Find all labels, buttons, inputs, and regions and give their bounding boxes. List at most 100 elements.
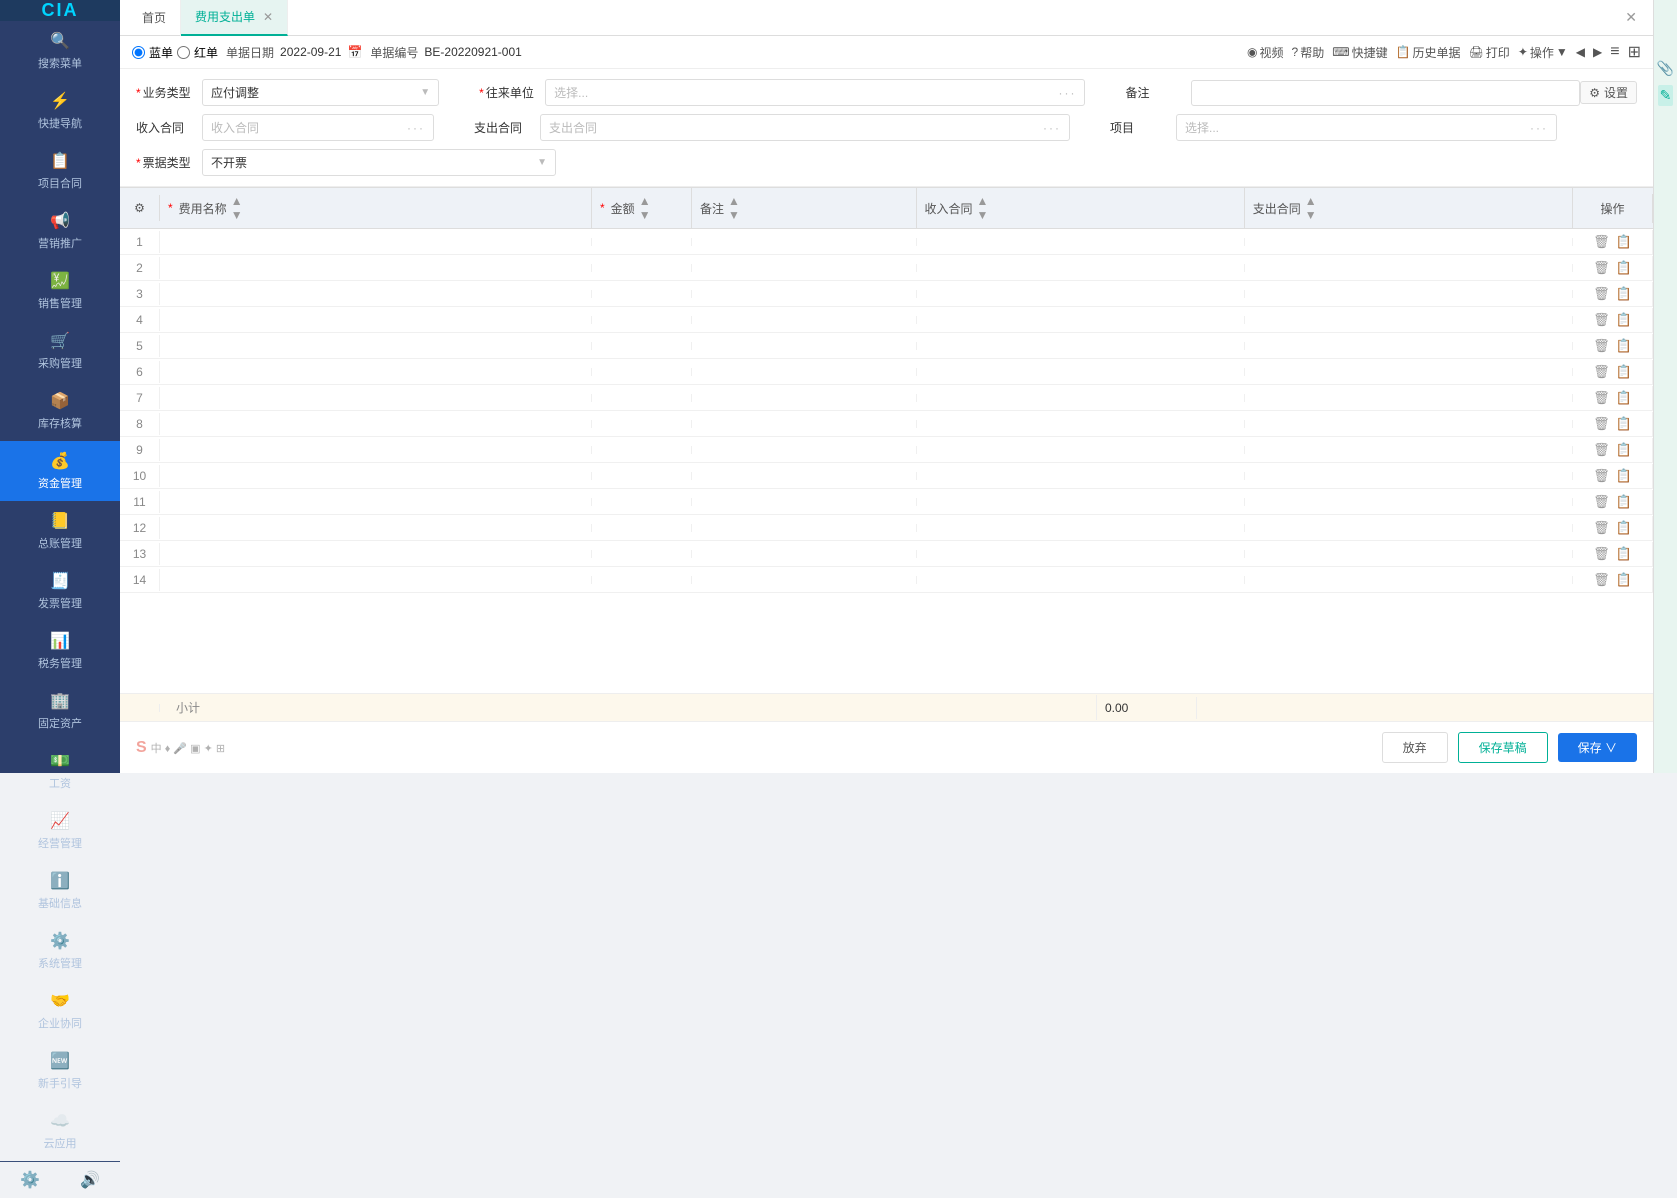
sidebar-item-capital[interactable]: 💰 资金管理	[0, 441, 120, 501]
row-amount-12[interactable]	[592, 524, 692, 532]
bill-type-input[interactable]: 不开票 ▼	[202, 149, 556, 176]
row-delete-btn-4[interactable]: 🗑	[1593, 312, 1610, 328]
row-expense-6[interactable]	[1245, 368, 1573, 376]
row-copy-btn-5[interactable]: 📋	[1616, 338, 1632, 354]
row-note-5[interactable]	[692, 342, 917, 350]
sidebar-item-tax[interactable]: 📊 税务管理	[0, 621, 120, 681]
sidebar-item-search[interactable]: 🔍 搜索菜单	[0, 21, 120, 81]
row-expense-13[interactable]	[1245, 550, 1573, 558]
row-income-8[interactable]	[917, 420, 1245, 428]
row-copy-btn-12[interactable]: 📋	[1616, 520, 1632, 536]
row-amount-11[interactable]	[592, 498, 692, 506]
sidebar-item-system[interactable]: ⚙️ 系统管理	[0, 921, 120, 981]
history-action[interactable]: 📋 历史单据	[1396, 44, 1461, 61]
row-amount-4[interactable]	[592, 316, 692, 324]
row-amount-3[interactable]	[592, 290, 692, 298]
row-name-10[interactable]	[160, 472, 592, 480]
sidebar-item-inventory[interactable]: 📦 库存核算	[0, 381, 120, 441]
amount-sort-arrows[interactable]: ▲▼	[639, 194, 651, 222]
row-income-6[interactable]	[917, 368, 1245, 376]
sidebar-item-enterprise[interactable]: 🤝 企业协同	[0, 981, 120, 1041]
row-delete-btn-12[interactable]: 🗑	[1593, 520, 1610, 536]
row-note-12[interactable]	[692, 524, 917, 532]
sidebar-item-new-guide[interactable]: 🆕 新手引导	[0, 1041, 120, 1101]
counterparty-dots[interactable]: ···	[1058, 86, 1076, 100]
row-name-12[interactable]	[160, 524, 592, 532]
row-delete-btn-8[interactable]: 🗑	[1593, 416, 1610, 432]
row-delete-btn-11[interactable]: 🗑	[1593, 494, 1610, 510]
row-name-7[interactable]	[160, 394, 592, 402]
row-income-9[interactable]	[917, 446, 1245, 454]
row-delete-btn-9[interactable]: 🗑	[1593, 442, 1610, 458]
row-delete-btn-7[interactable]: 🗑	[1593, 390, 1610, 406]
red-radio-input[interactable]	[177, 46, 190, 59]
row-expense-10[interactable]	[1245, 472, 1573, 480]
row-amount-1[interactable]	[592, 238, 692, 246]
sidebar-item-sales[interactable]: 💹 销售管理	[0, 261, 120, 321]
row-copy-btn-2[interactable]: 📋	[1616, 260, 1632, 276]
row-note-1[interactable]	[692, 238, 917, 246]
sidebar-item-project-contract[interactable]: 📋 项目合同	[0, 141, 120, 201]
row-income-11[interactable]	[917, 498, 1245, 506]
sidebar-item-assets[interactable]: 🏢 固定资产	[0, 681, 120, 741]
row-note-4[interactable]	[692, 316, 917, 324]
row-name-8[interactable]	[160, 420, 592, 428]
settings-button[interactable]: ⚙ 设置	[1580, 81, 1637, 104]
row-amount-8[interactable]	[592, 420, 692, 428]
row-amount-10[interactable]	[592, 472, 692, 480]
row-note-13[interactable]	[692, 550, 917, 558]
row-amount-9[interactable]	[592, 446, 692, 454]
row-income-12[interactable]	[917, 524, 1245, 532]
sidebar-item-marketing[interactable]: 📢 营销推广	[0, 201, 120, 261]
view-grid-button[interactable]: ⊞	[1628, 42, 1641, 62]
operation-action[interactable]: ✦ 操作 ▼	[1518, 44, 1568, 61]
row-expense-4[interactable]	[1245, 316, 1573, 324]
row-copy-btn-9[interactable]: 📋	[1616, 442, 1632, 458]
view-list-button[interactable]: ≡	[1610, 43, 1619, 61]
name-sort-arrows[interactable]: ▲▼	[231, 194, 243, 222]
help-action[interactable]: ? 帮助	[1292, 44, 1325, 61]
row-delete-btn-13[interactable]: 🗑	[1593, 546, 1610, 562]
row-income-5[interactable]	[917, 342, 1245, 350]
row-note-11[interactable]	[692, 498, 917, 506]
expense-contract-input[interactable]: 支出合同 ···	[540, 114, 1070, 141]
sidebar-item-basic-info[interactable]: ℹ️ 基础信息	[0, 861, 120, 921]
row-note-14[interactable]	[692, 576, 917, 584]
expense-sort-arrows[interactable]: ▲▼	[1305, 194, 1317, 222]
row-expense-7[interactable]	[1245, 394, 1573, 402]
expense-contract-dots[interactable]: ···	[1043, 121, 1061, 135]
red-radio-label[interactable]: 红单	[177, 44, 218, 61]
row-amount-13[interactable]	[592, 550, 692, 558]
sidebar-item-quick-nav[interactable]: ⚡ 快捷导航	[0, 81, 120, 141]
blue-radio-label[interactable]: 蓝单	[132, 44, 173, 61]
project-input[interactable]: 选择... ···	[1176, 114, 1557, 141]
row-income-13[interactable]	[917, 550, 1245, 558]
row-copy-btn-1[interactable]: 📋	[1616, 234, 1632, 250]
row-amount-6[interactable]	[592, 368, 692, 376]
row-copy-btn-11[interactable]: 📋	[1616, 494, 1632, 510]
tab-home[interactable]: 首页	[128, 0, 181, 36]
row-copy-btn-13[interactable]: 📋	[1616, 546, 1632, 562]
row-delete-btn-6[interactable]: 🗑	[1593, 364, 1610, 380]
row-note-6[interactable]	[692, 368, 917, 376]
row-delete-btn-2[interactable]: 🗑	[1593, 260, 1610, 276]
row-expense-1[interactable]	[1245, 238, 1573, 246]
row-expense-9[interactable]	[1245, 446, 1573, 454]
row-name-4[interactable]	[160, 316, 592, 324]
blue-radio-input[interactable]	[132, 46, 145, 59]
row-note-10[interactable]	[692, 472, 917, 480]
row-copy-btn-3[interactable]: 📋	[1616, 286, 1632, 302]
row-name-3[interactable]	[160, 290, 592, 298]
row-name-1[interactable]	[160, 238, 592, 246]
row-note-3[interactable]	[692, 290, 917, 298]
row-income-14[interactable]	[917, 576, 1245, 584]
note-input[interactable]	[1191, 80, 1580, 106]
row-amount-14[interactable]	[592, 576, 692, 584]
draft-button[interactable]: 保存草稿	[1458, 732, 1548, 763]
row-expense-2[interactable]	[1245, 264, 1573, 272]
tab-expense[interactable]: 费用支出单 ✕	[181, 0, 288, 36]
row-name-9[interactable]	[160, 446, 592, 454]
row-delete-btn-3[interactable]: 🗑	[1593, 286, 1610, 302]
right-panel-icon-1[interactable]: 📎	[1657, 60, 1674, 77]
row-copy-btn-7[interactable]: 📋	[1616, 390, 1632, 406]
